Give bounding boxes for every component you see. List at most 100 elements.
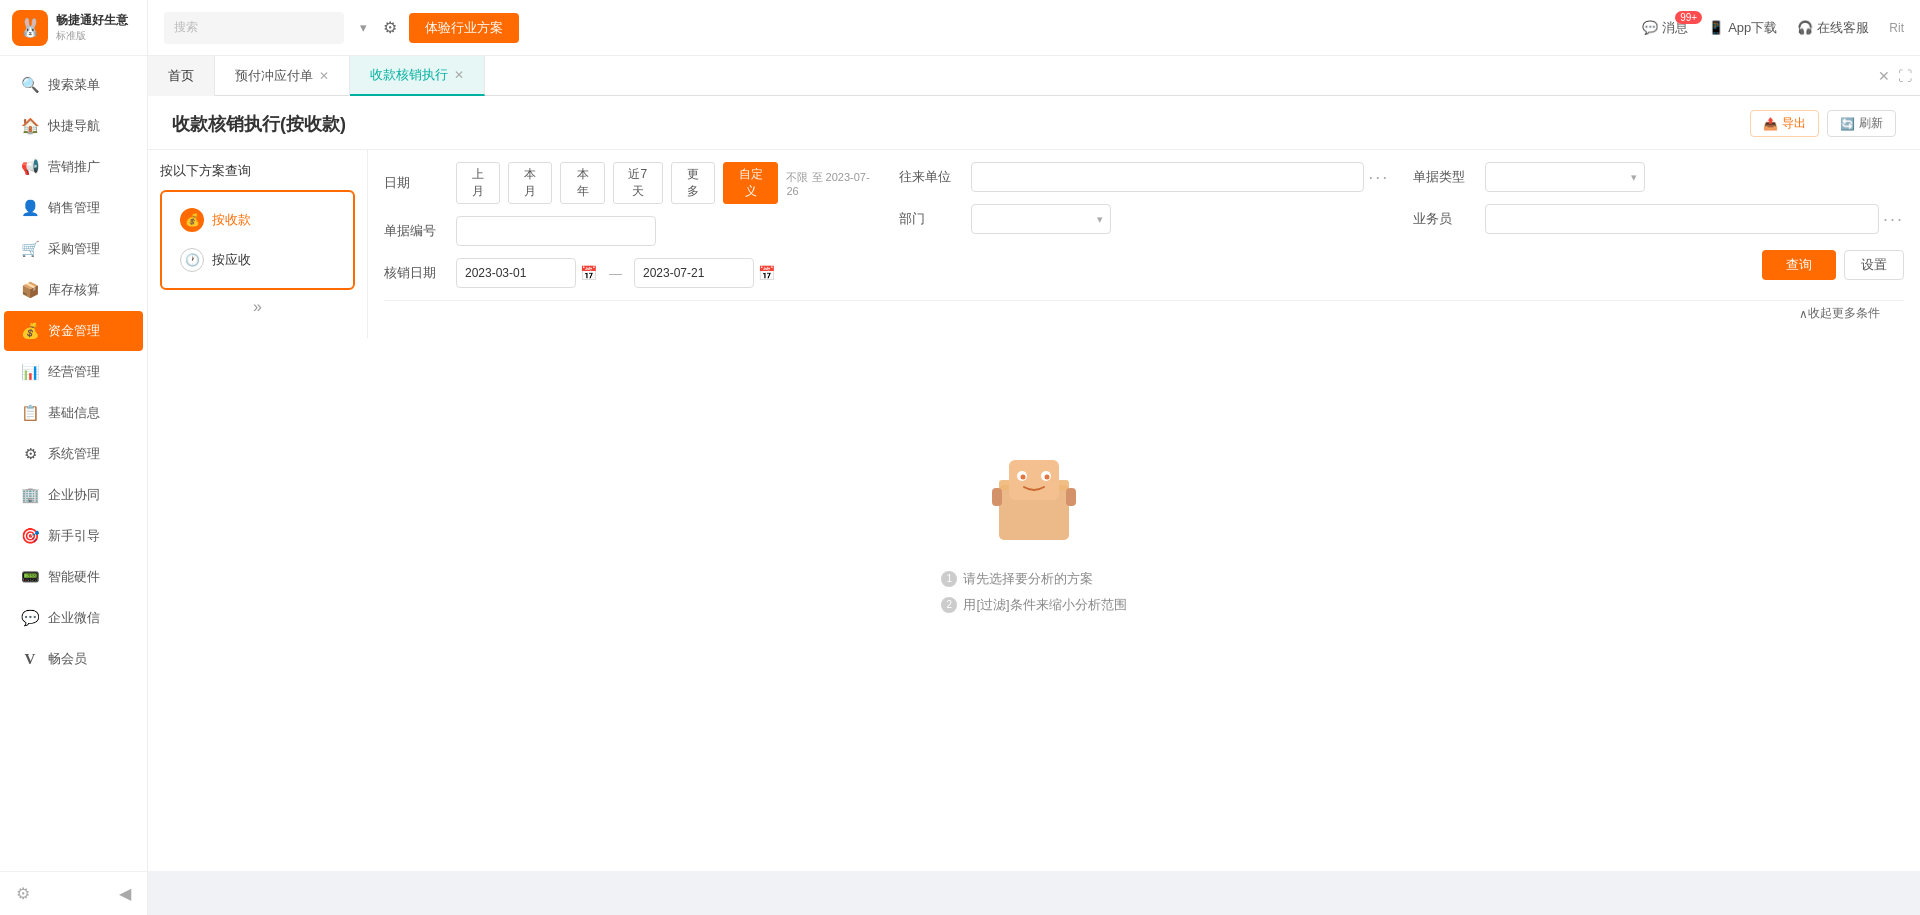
empty-tip-1: 1 请先选择要分析的方案 xyxy=(941,566,1126,592)
wechat-icon: 💬 xyxy=(20,608,40,628)
doc-type-select[interactable] xyxy=(1485,162,1645,192)
sidebar-item-beginner[interactable]: 🎯 新手引导 xyxy=(4,516,143,556)
department-select[interactable] xyxy=(971,204,1111,234)
sidebar-item-hardware[interactable]: 📟 智能硬件 xyxy=(4,557,143,597)
operation-icon: 📊 xyxy=(20,362,40,382)
department-label: 部门 xyxy=(899,210,959,228)
query-button[interactable]: 查询 xyxy=(1762,250,1836,280)
filter-department-row: 部门 ▾ xyxy=(899,204,1390,234)
gear-icon[interactable]: ⚙ xyxy=(383,18,397,37)
dropdown-chevron-icon[interactable]: ▾ xyxy=(360,20,367,35)
tab-prepay[interactable]: 预付冲应付单 ✕ xyxy=(215,56,350,96)
sidebar-item-basic[interactable]: 📋 基础信息 xyxy=(4,393,143,433)
doc-number-input[interactable] xyxy=(456,216,656,246)
collapse-more-row[interactable]: ∧ 收起更多条件 xyxy=(384,300,1904,326)
verify-date-start-input[interactable] xyxy=(456,258,576,288)
refresh-button[interactable]: 🔄 刷新 xyxy=(1827,110,1896,137)
collapse-sidebar-icon[interactable]: ◀ xyxy=(119,884,131,903)
salesperson-label: 业务员 xyxy=(1413,210,1473,228)
tab-receipt-verify[interactable]: 收款核销执行 ✕ xyxy=(350,56,485,96)
date-btn-this-year[interactable]: 本年 xyxy=(560,162,604,204)
counterpart-label: 往来单位 xyxy=(899,168,959,186)
empty-illustration xyxy=(974,430,1094,550)
calendar-start-icon[interactable]: 📅 xyxy=(580,265,597,281)
sidebar-item-system[interactable]: ⚙ 系统管理 xyxy=(4,434,143,474)
collapse-filter-sidebar[interactable]: » xyxy=(160,290,355,316)
date-btn-this-month[interactable]: 本月 xyxy=(508,162,552,204)
content-inner: 收款核销执行(按收款) 📤 导出 🔄 刷新 xyxy=(148,96,1920,871)
sidebar-item-search[interactable]: 🔍 搜索菜单 xyxy=(4,65,143,105)
sidebar-item-marketing[interactable]: 📢 营销推广 xyxy=(4,147,143,187)
system-icon: ⚙ xyxy=(20,444,40,464)
sidebar-label-member: 畅会员 xyxy=(48,650,87,668)
date-btn-more[interactable]: 更多 xyxy=(671,162,715,204)
empty-tip-2: 2 用[过滤]条件来缩小分析范围 xyxy=(941,592,1126,618)
filter-area: 按以下方案查询 💰 按收款 🕐 按应收 » xyxy=(148,150,1920,350)
settings-button[interactable]: 设置 xyxy=(1844,250,1904,280)
search-box[interactable]: 搜索 xyxy=(164,12,344,44)
user-info[interactable]: Rit xyxy=(1889,21,1904,35)
department-select-wrap: ▾ xyxy=(971,204,1111,234)
filter-option-by-receivable[interactable]: 🕐 按应收 xyxy=(170,240,345,280)
date-btn-7days[interactable]: 近7天 xyxy=(613,162,663,204)
sidebar-item-purchase[interactable]: 🛒 采购管理 xyxy=(4,229,143,269)
sidebar-item-member[interactable]: V 畅会员 xyxy=(4,639,143,679)
hardware-icon: 📟 xyxy=(20,567,40,587)
sidebar-menu: 🔍 搜索菜单 🏠 快捷导航 📢 营销推广 👤 销售管理 🛒 采购管理 📦 库存核… xyxy=(0,56,147,871)
date-buttons-group: 上月 本月 本年 近7天 更多 自定义 不限 至 2023-07-26 xyxy=(456,162,875,204)
service-label: 在线客服 xyxy=(1817,19,1869,37)
sidebar-label-system: 系统管理 xyxy=(48,445,100,463)
sidebar-item-quick-nav[interactable]: 🏠 快捷导航 xyxy=(4,106,143,146)
tab-receipt-verify-close-icon[interactable]: ✕ xyxy=(454,68,464,82)
collapse-more-icon: ∧ xyxy=(1799,307,1808,321)
sidebar-item-sales[interactable]: 👤 销售管理 xyxy=(4,188,143,228)
verify-date-end-input[interactable] xyxy=(634,258,754,288)
close-tab-icon[interactable]: ✕ xyxy=(1878,68,1890,84)
page-header: 收款核销执行(按收款) 📤 导出 🔄 刷新 xyxy=(148,96,1920,150)
tip-num-2: 2 xyxy=(941,597,957,613)
sidebar-item-wechat[interactable]: 💬 企业微信 xyxy=(4,598,143,638)
app-icon: 📱 xyxy=(1708,20,1724,35)
filter-panel-box: 💰 按收款 🕐 按应收 xyxy=(160,190,355,290)
svg-point-6 xyxy=(1045,475,1050,480)
sidebar-label-enterprise: 企业协同 xyxy=(48,486,100,504)
filter-salesperson-row: 业务员 ··· xyxy=(1413,204,1904,234)
date-btn-last-month[interactable]: 上月 xyxy=(456,162,500,204)
sidebar-footer: ⚙ ◀ xyxy=(0,871,147,915)
settings-icon[interactable]: ⚙ xyxy=(16,884,30,903)
message-badge[interactable]: 💬 消息 99+ xyxy=(1642,19,1688,37)
content-area: 收款核销执行(按收款) 📤 导出 🔄 刷新 xyxy=(148,96,1920,915)
expand-tab-icon[interactable]: ⛶ xyxy=(1898,68,1912,84)
salesperson-more-icon[interactable]: ··· xyxy=(1883,209,1904,230)
empty-svg xyxy=(974,430,1094,550)
online-service[interactable]: 🎧 在线客服 xyxy=(1797,19,1869,37)
date-btn-custom[interactable]: 自定义 xyxy=(723,162,778,204)
tab-home[interactable]: 首页 xyxy=(148,56,215,96)
svg-rect-8 xyxy=(1066,488,1076,506)
sidebar-item-inventory[interactable]: 📦 库存核算 xyxy=(4,270,143,310)
counterpart-input[interactable] xyxy=(971,162,1365,192)
export-icon: 📤 xyxy=(1763,117,1778,131)
filter-verify-date-row: 核销日期 📅 — 📅 xyxy=(384,258,875,288)
collapse-more-label: 收起更多条件 xyxy=(1808,305,1880,322)
counterpart-more-icon[interactable]: ··· xyxy=(1368,167,1389,188)
filter-left-col: 日期 上月 本月 本年 近7天 更多 自定义 不限 至 2023-07-26 xyxy=(384,162,875,300)
filter-date-row: 日期 上月 本月 本年 近7天 更多 自定义 不限 至 2023-07-26 xyxy=(384,162,875,204)
page-title-row: 收款核销执行(按收款) 📤 导出 🔄 刷新 xyxy=(172,110,1896,149)
sidebar-item-enterprise[interactable]: 🏢 企业协同 xyxy=(4,475,143,515)
salesperson-input[interactable] xyxy=(1485,204,1879,234)
tab-prepay-close-icon[interactable]: ✕ xyxy=(319,69,329,83)
sidebar-label-purchase: 采购管理 xyxy=(48,240,100,258)
calendar-end-icon[interactable]: 📅 xyxy=(758,265,775,281)
sidebar-item-finance[interactable]: 💰 资金管理 xyxy=(4,311,143,351)
collapse-icon: » xyxy=(253,298,262,316)
tabs-controls: ✕ ⛶ xyxy=(1878,68,1920,84)
app-download[interactable]: 📱 App下载 xyxy=(1708,19,1777,37)
filter-right-col-main: 单据类型 ▾ 业务员 xyxy=(1413,162,1904,280)
sidebar-label-quick-nav: 快捷导航 xyxy=(48,117,100,135)
filter-option-by-receipt[interactable]: 💰 按收款 xyxy=(170,200,345,240)
solution-button[interactable]: 体验行业方案 xyxy=(409,13,519,43)
sidebar-item-operation[interactable]: 📊 经营管理 xyxy=(4,352,143,392)
svg-rect-7 xyxy=(992,488,1002,506)
export-button[interactable]: 📤 导出 xyxy=(1750,110,1819,137)
